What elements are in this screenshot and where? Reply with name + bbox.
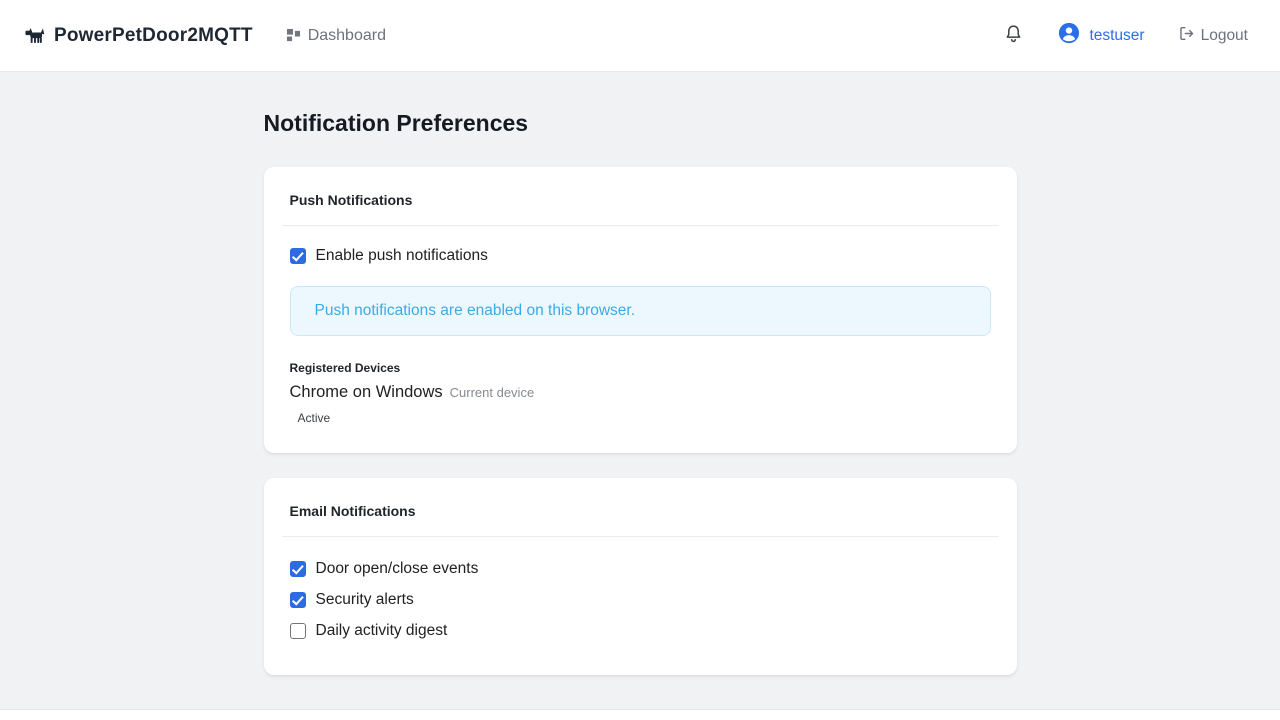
logout-label: Logout — [1200, 26, 1248, 44]
main-content: Notification Preferences Push Notificati… — [0, 72, 1280, 709]
push-card-header: Push Notifications — [282, 167, 999, 225]
app-window: PowerPetDoor2MQTT Dashboard testuser Log… — [0, 0, 1280, 720]
enable-push-checkbox-row[interactable]: Enable push notifications — [289, 247, 991, 265]
daily-digest-checkbox[interactable] — [289, 623, 306, 639]
registered-devices-heading: Registered Devices — [289, 361, 401, 375]
top-navbar: PowerPetDoor2MQTT Dashboard testuser Log… — [0, 0, 1280, 72]
dog-icon — [25, 27, 46, 44]
brand-title: PowerPetDoor2MQTT — [54, 24, 253, 46]
content-container: Notification Preferences Push Notificati… — [263, 110, 1017, 675]
push-enabled-alert: Push notifications are enabled on this b… — [289, 286, 991, 336]
bell-icon — [1003, 23, 1024, 48]
current-device-badge: Current device — [449, 385, 535, 400]
device-name: Chrome on Windows — [289, 383, 443, 401]
user-avatar-icon — [1058, 22, 1080, 49]
email-card-title: Email Notifications — [289, 503, 416, 519]
page-footer — [0, 709, 1280, 720]
user-menu[interactable]: testuser — [1058, 22, 1145, 49]
email-option-security-alerts-row[interactable]: Security alerts — [289, 591, 991, 609]
security-alerts-label: Security alerts — [315, 591, 414, 608]
logout-button[interactable]: Logout — [1179, 26, 1248, 46]
username-label: testuser — [1089, 26, 1145, 44]
email-option-daily-digest-row[interactable]: Daily activity digest — [289, 622, 991, 640]
push-card-title: Push Notifications — [289, 192, 413, 208]
enable-push-checkbox-label: Enable push notifications — [315, 247, 488, 264]
push-notifications-card: Push Notifications Enable push notificat… — [263, 167, 1017, 453]
email-card-header: Email Notifications — [282, 478, 999, 536]
page-title: Notification Preferences — [263, 110, 529, 136]
nav-item-dashboard[interactable]: Dashboard — [286, 27, 386, 45]
push-card-body: Enable push notifications Push notificat… — [282, 226, 999, 453]
daily-digest-label: Daily activity digest — [315, 622, 448, 639]
door-events-label: Door open/close events — [315, 560, 479, 577]
navbar-right: testuser Logout — [1003, 22, 1248, 49]
device-status: Active — [297, 411, 331, 425]
enable-push-checkbox[interactable] — [289, 248, 306, 264]
notifications-bell-button[interactable] — [1003, 23, 1024, 48]
grid-icon — [286, 28, 301, 43]
door-events-checkbox[interactable] — [289, 561, 306, 577]
nav-item-dashboard-label: Dashboard — [307, 26, 386, 44]
brand-home-link[interactable]: PowerPetDoor2MQTT — [25, 25, 253, 47]
device-row: Chrome on Windows Current device — [290, 383, 991, 402]
email-card-body: Door open/close events Security alerts D… — [282, 537, 999, 675]
email-option-door-events-row[interactable]: Door open/close events — [289, 560, 991, 578]
security-alerts-checkbox[interactable] — [289, 592, 306, 608]
push-enabled-alert-text: Push notifications are enabled on this b… — [314, 302, 636, 319]
logout-icon — [1179, 26, 1194, 46]
navbar-left: PowerPetDoor2MQTT Dashboard — [25, 25, 386, 47]
email-notifications-card: Email Notifications Door open/close even… — [263, 478, 1017, 675]
